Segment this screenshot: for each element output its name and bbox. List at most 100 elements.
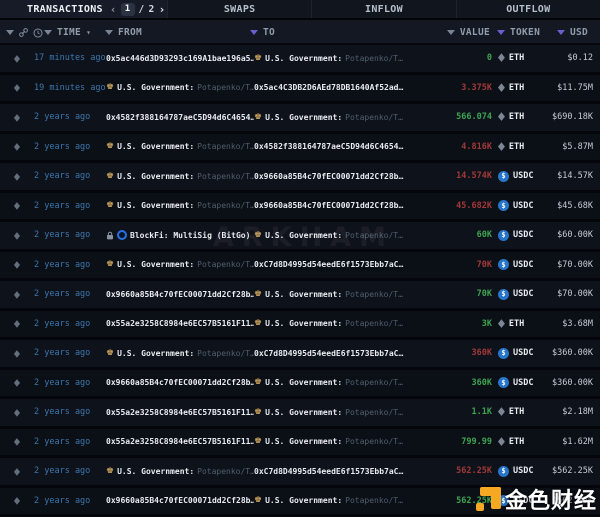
tx-time[interactable]: 2 years ago xyxy=(34,407,106,417)
tx-to[interactable]: ♚ U.S. Government: Potapenko/T… xyxy=(254,378,438,387)
tx-to[interactable]: 0x9660a85B4c70fEC00071dd2Cf28b… xyxy=(254,172,438,181)
tx-to[interactable]: ♚ U.S. Government: Potapenko/T… xyxy=(254,54,438,63)
tx-to[interactable]: ♚ U.S. Government: Potapenko/T… xyxy=(254,231,438,240)
table-row[interactable]: ◆ 17 minutes ago 0x5ac446d3D93293c169A1bae… xyxy=(0,45,600,75)
tx-from[interactable]: 0x55a2e3258C8984e6EC57B5161F11… xyxy=(106,408,254,417)
value-filter-icon[interactable] xyxy=(446,30,455,35)
token-label: USDC xyxy=(513,289,534,300)
tx-time[interactable]: 17 minutes ago xyxy=(34,53,106,63)
tx-to[interactable]: 0xC7d8D4995d54eedE6f1573Ebb7aC… xyxy=(254,467,438,476)
table-row[interactable]: ◆ 2 years ago ♚ U.S. Government: Potapenko/T… xyxy=(0,340,600,370)
table-row[interactable]: ◆2 years agoBlockFi: MultiSig (BitGo)…♚U… xyxy=(0,222,600,252)
tx-from[interactable]: BlockFi: MultiSig (BitGo)… xyxy=(106,230,254,241)
tx-time[interactable]: 2 years ago xyxy=(34,289,106,299)
to-name: 0x4582f388164787aeC5D94d6C4654… xyxy=(254,142,404,152)
table-row[interactable]: ◆ 2 years ago 0x9660a85B4c70fEC00071dd2Cf2… xyxy=(0,281,600,311)
tx-time[interactable]: 2 years ago xyxy=(34,348,106,358)
col-usd[interactable]: USD xyxy=(556,20,588,45)
table-row[interactable]: ◆ 2 years ago 0x55a2e3258C8984e6EC57B5161F… xyxy=(0,428,600,458)
table-row[interactable]: ◆ 2 years ago 0x9660a85B4c70fEC00071dd2Cf2… xyxy=(0,369,600,399)
tx-from[interactable]: ♚ U.S. Government: Potapenko/T… xyxy=(106,349,254,358)
tx-from[interactable]: ♚ U.S. Government: Potapenko/T… xyxy=(106,172,254,181)
tx-time[interactable]: 2 years ago xyxy=(34,142,106,152)
col-to[interactable]: TO xyxy=(250,20,275,45)
col-value[interactable]: VALUE xyxy=(446,20,490,45)
table-row[interactable]: ◆ 19 minutes ago ♚ U.S. Government: Potapenk… xyxy=(0,74,600,104)
tx-usd: $360.00K xyxy=(552,377,593,388)
tx-from[interactable]: ♚ U.S. Government: Potapenko/T… xyxy=(106,201,254,210)
to-subname: Potapenko/T… xyxy=(345,230,403,240)
page-current[interactable]: 1 xyxy=(120,2,135,16)
tx-to[interactable]: ♚ U.S. Government: Potapenko/T… xyxy=(254,319,438,328)
tx-time[interactable]: 2 years ago xyxy=(34,466,106,476)
tx-from[interactable]: ♚ U.S. Government: Potapenko/T… xyxy=(106,83,254,92)
tx-from[interactable]: ♚ U.S. Government: Potapenko/T… xyxy=(106,142,254,151)
to-name: U.S. Government: xyxy=(265,437,343,447)
tx-from[interactable]: 0x55a2e3258C8984e6EC57B5161F11… xyxy=(106,437,254,446)
tx-from[interactable]: 0x55a2e3258C8984e6EC57B5161F11… xyxy=(106,319,254,328)
clock-icon[interactable] xyxy=(33,27,43,38)
tx-from[interactable]: 0x4582f388164787aeC5D94d6C4654… xyxy=(106,113,254,122)
tx-time[interactable]: 2 years ago xyxy=(34,378,106,388)
col-token[interactable]: TOKEN xyxy=(497,20,540,45)
to-filter-icon[interactable] xyxy=(250,30,258,35)
table-row[interactable]: ◆ 2 years ago ♚ U.S. Government: Potapenko/T… xyxy=(0,163,600,193)
tx-to[interactable]: 0xC7d8D4995d54eedE6f1573Ebb7aC… xyxy=(254,349,438,358)
tx-time[interactable]: 2 years ago xyxy=(34,260,106,270)
table-row[interactable]: ◆ 2 years ago 0x55a2e3258C8984e6EC57B5161F… xyxy=(0,399,600,429)
tx-from[interactable]: 0x9660a85B4c70fEC00071dd2Cf28b… xyxy=(106,378,254,387)
table-row[interactable]: ◆ 2 years ago 0x4582f388164787aeC5D94d6C46… xyxy=(0,104,600,134)
tx-from[interactable]: 0x5ac446d3D93293c169A1bae196a5… xyxy=(106,54,254,63)
tx-time[interactable]: 2 years ago xyxy=(34,171,106,181)
tab-inflow[interactable]: INFLOW xyxy=(312,0,457,18)
tx-time[interactable]: 2 years ago xyxy=(34,230,106,240)
filter-icon[interactable] xyxy=(6,30,14,35)
page-prev-icon[interactable]: ‹ xyxy=(110,3,117,16)
time-filter-icon[interactable] xyxy=(44,30,52,35)
from-filter-icon[interactable] xyxy=(105,30,113,35)
tx-to[interactable]: ♚ U.S. Government: Potapenko/T… xyxy=(254,290,438,299)
to-name: 0xC7d8D4995d54eedE6f1573Ebb7aC… xyxy=(254,466,404,476)
page-next-icon[interactable]: › xyxy=(159,3,166,16)
tab-transactions[interactable]: TRANSACTIONS ‹ 1 / 2 › xyxy=(0,0,168,18)
crown-icon: ♚ xyxy=(254,378,263,388)
token-label: USDC xyxy=(513,171,534,182)
tx-to[interactable]: 0xC7d8D4995d54eedE6f1573Ebb7aC… xyxy=(254,260,438,269)
sort-caret-icon[interactable]: ▾ xyxy=(86,28,91,37)
table-row[interactable]: ◆ 2 years ago ♚ U.S. Government: Potapenko/T… xyxy=(0,251,600,281)
ethereum-chain-icon: ◆ xyxy=(13,437,21,447)
table-row[interactable]: ◆ 2 years ago 0x55a2e3258C8984e6EC57B5161F… xyxy=(0,310,600,340)
tx-to[interactable]: ♚ U.S. Government: Potapenko/T… xyxy=(254,408,438,417)
tx-time[interactable]: 2 years ago xyxy=(34,496,106,506)
tx-time[interactable]: 2 years ago xyxy=(34,201,106,211)
tx-from[interactable]: 0x9660a85B4c70fEC00071dd2Cf28b… xyxy=(106,290,254,299)
token-filter-icon[interactable] xyxy=(497,30,505,35)
col-time[interactable]: TIME ▾ xyxy=(44,20,91,45)
table-row[interactable]: ◆ 2 years ago ♚ U.S. Government: Potapenko/T… xyxy=(0,192,600,222)
col-from[interactable]: FROM xyxy=(105,20,142,45)
tx-from[interactable]: ♚ U.S. Government: Potapenko/T… xyxy=(106,260,254,269)
transactions-panel: TRANSACTIONS ‹ 1 / 2 › SWAPS INFLOW OUTF… xyxy=(0,0,600,517)
tx-to[interactable]: 0x4582f388164787aeC5D94d6C4654… xyxy=(254,142,438,151)
table-row[interactable]: ◆ 2 years ago 0x9660a85B4c70fEC00071dd2Cf2… xyxy=(0,487,600,517)
tx-from[interactable]: 0x9660a85B4c70fEC00071dd2Cf28b… xyxy=(106,496,254,505)
tx-value: 0 xyxy=(486,53,492,64)
link-icon[interactable] xyxy=(19,28,28,37)
tx-to[interactable]: ♚ U.S. Government: Potapenko/T… xyxy=(254,496,438,505)
table-row[interactable]: ◆ 2 years ago ♚ U.S. Government: Potapenko/T… xyxy=(0,133,600,163)
tx-time[interactable]: 2 years ago xyxy=(34,437,106,447)
tab-swaps[interactable]: SWAPS xyxy=(168,0,313,18)
tx-to[interactable]: ♚ U.S. Government: Potapenko/T… xyxy=(254,437,438,446)
usd-filter-icon[interactable] xyxy=(556,30,565,35)
tx-time[interactable]: 2 years ago xyxy=(34,112,106,122)
tab-outflow[interactable]: OUTFLOW xyxy=(457,0,600,18)
tx-time[interactable]: 2 years ago xyxy=(34,319,106,329)
table-row[interactable]: ◆ 2 years ago ♚ U.S. Government: Potapenko/T… xyxy=(0,458,600,488)
usdc-token-icon: $ xyxy=(498,229,509,241)
tx-to[interactable]: 0x5ac4C3DB2D6AEd78DB1640Af52ad… xyxy=(254,83,438,92)
tx-from[interactable]: ♚ U.S. Government: Potapenko/T… xyxy=(106,467,254,476)
tx-time[interactable]: 19 minutes ago xyxy=(34,83,106,93)
tx-to[interactable]: 0x9660a85B4c70fEC00071dd2Cf28b… xyxy=(254,201,438,210)
col-usd-label: USD xyxy=(569,27,588,38)
tx-to[interactable]: ♚ U.S. Government: Potapenko/T… xyxy=(254,113,438,122)
